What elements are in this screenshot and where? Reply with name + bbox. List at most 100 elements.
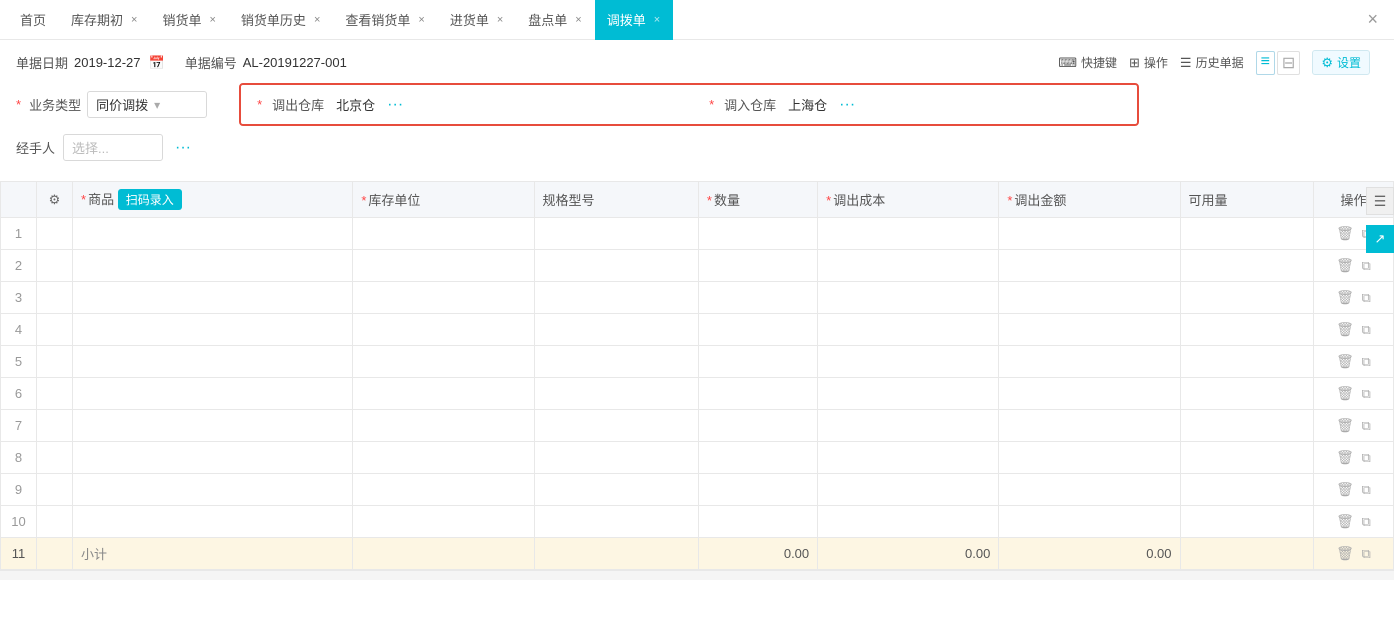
row-unit-cell[interactable] xyxy=(353,346,534,378)
row-qty-cell[interactable] xyxy=(698,378,817,410)
row-amount-cell[interactable] xyxy=(999,346,1180,378)
row-amount-cell[interactable] xyxy=(999,218,1180,250)
copy-icon[interactable]: ⧉ xyxy=(1362,546,1371,561)
row-unit-cell[interactable] xyxy=(353,506,534,538)
row-cost-cell[interactable] xyxy=(818,442,999,474)
copy-icon[interactable]: ⧉ xyxy=(1362,258,1371,273)
transfer-in-ellipsis-button[interactable]: ··· xyxy=(835,96,859,114)
row-amount-cell[interactable] xyxy=(999,474,1180,506)
window-close-button[interactable]: × xyxy=(1359,9,1386,30)
delete-icon[interactable]: 🗑 xyxy=(1336,225,1354,241)
row-spec-cell[interactable] xyxy=(534,346,698,378)
row-spec-cell[interactable] xyxy=(534,378,698,410)
row-cost-cell[interactable] xyxy=(818,218,999,250)
delete-icon[interactable]: 🗑 xyxy=(1336,513,1354,529)
row-qty-cell[interactable] xyxy=(698,442,817,474)
row-cost-cell[interactable] xyxy=(818,282,999,314)
tab-transfer[interactable]: 调拨单× xyxy=(595,0,673,40)
row-goods-cell[interactable] xyxy=(73,250,353,282)
delete-icon[interactable]: 🗑 xyxy=(1336,257,1354,273)
row-cost-cell[interactable] xyxy=(818,506,999,538)
delete-icon[interactable]: 🗑 xyxy=(1336,353,1354,369)
row-qty-cell[interactable] xyxy=(698,282,817,314)
layout2-button[interactable]: ⊟ xyxy=(1277,51,1300,75)
row-qty-cell[interactable] xyxy=(698,314,817,346)
row-cost-cell[interactable] xyxy=(818,474,999,506)
scan-button[interactable]: 扫码录入 xyxy=(118,189,182,210)
tab-sales-history[interactable]: 销货单历史× xyxy=(229,0,333,40)
biz-type-select[interactable]: 同价调拨 ▾ xyxy=(87,91,207,118)
row-spec-cell[interactable] xyxy=(534,410,698,442)
tab-home[interactable]: 首页 xyxy=(8,0,59,40)
row-amount-cell[interactable] xyxy=(999,250,1180,282)
side-note-button[interactable]: ☰ xyxy=(1366,187,1394,215)
calendar-icon[interactable]: 📅 xyxy=(149,55,165,71)
operation-button[interactable]: ⊞ 操作 xyxy=(1129,54,1168,71)
row-goods-cell[interactable] xyxy=(73,474,353,506)
tab-close-inventory-init[interactable]: × xyxy=(131,14,137,26)
delete-icon[interactable]: 🗑 xyxy=(1336,545,1354,561)
row-goods-cell[interactable] xyxy=(73,314,353,346)
copy-icon[interactable]: ⧉ xyxy=(1362,322,1371,337)
row-qty-cell[interactable] xyxy=(698,346,817,378)
row-goods-cell[interactable] xyxy=(73,442,353,474)
row-qty-cell[interactable] xyxy=(698,474,817,506)
row-unit-cell[interactable] xyxy=(353,410,534,442)
row-cost-cell[interactable] xyxy=(818,346,999,378)
row-spec-cell[interactable] xyxy=(534,442,698,474)
row-qty-cell[interactable] xyxy=(698,250,817,282)
row-amount-cell[interactable] xyxy=(999,378,1180,410)
row-goods-cell[interactable] xyxy=(73,346,353,378)
row-unit-cell[interactable] xyxy=(353,474,534,506)
tab-view-sales[interactable]: 查看销货单× xyxy=(333,0,437,40)
row-cost-cell[interactable] xyxy=(818,378,999,410)
delete-icon[interactable]: 🗑 xyxy=(1336,417,1354,433)
row-spec-cell[interactable] xyxy=(534,474,698,506)
row-amount-cell[interactable] xyxy=(999,282,1180,314)
scrollbar[interactable] xyxy=(0,570,1394,580)
side-export-button[interactable]: ↗ xyxy=(1366,225,1394,253)
row-qty-cell[interactable] xyxy=(698,506,817,538)
tab-close-view-sales[interactable]: × xyxy=(418,14,424,26)
layout1-button[interactable]: ≡ xyxy=(1256,51,1275,75)
tab-inventory-init[interactable]: 库存期初× xyxy=(59,0,150,40)
row-spec-cell[interactable] xyxy=(534,314,698,346)
copy-icon[interactable]: ⧉ xyxy=(1362,290,1371,305)
row-unit-cell[interactable] xyxy=(353,282,534,314)
shortcut-button[interactable]: ⌨ 快捷键 xyxy=(1058,54,1117,71)
gear-icon[interactable]: ⚙ xyxy=(49,192,61,207)
row-goods-cell[interactable] xyxy=(73,218,353,250)
tab-inventory-check[interactable]: 盘点单× xyxy=(516,0,594,40)
th-gear[interactable]: ⚙ xyxy=(37,182,73,218)
row-goods-cell[interactable] xyxy=(73,410,353,442)
tab-close-sales-order[interactable]: × xyxy=(209,14,215,26)
delete-icon[interactable]: 🗑 xyxy=(1336,481,1354,497)
copy-icon[interactable]: ⧉ xyxy=(1362,450,1371,465)
copy-icon[interactable]: ⧉ xyxy=(1362,354,1371,369)
row-qty-cell[interactable] xyxy=(698,410,817,442)
tab-close-sales-history[interactable]: × xyxy=(314,14,320,26)
tab-purchase[interactable]: 进货单× xyxy=(438,0,516,40)
row-spec-cell[interactable] xyxy=(534,218,698,250)
row-unit-cell[interactable] xyxy=(353,250,534,282)
row-amount-cell[interactable] xyxy=(999,506,1180,538)
row-goods-cell[interactable] xyxy=(73,282,353,314)
row-goods-cell[interactable] xyxy=(73,378,353,410)
row-spec-cell[interactable] xyxy=(534,506,698,538)
row-qty-cell[interactable] xyxy=(698,218,817,250)
tab-close-transfer[interactable]: × xyxy=(654,14,660,26)
tab-close-inventory-check[interactable]: × xyxy=(575,14,581,26)
row-unit-cell[interactable] xyxy=(353,378,534,410)
setting-button[interactable]: ⚙ 设置 xyxy=(1312,50,1370,75)
delete-icon[interactable]: 🗑 xyxy=(1336,289,1354,305)
copy-icon[interactable]: ⧉ xyxy=(1362,514,1371,529)
transfer-out-ellipsis-button[interactable]: ··· xyxy=(383,96,407,114)
delete-icon[interactable]: 🗑 xyxy=(1336,321,1354,337)
row-unit-cell[interactable] xyxy=(353,442,534,474)
row-cost-cell[interactable] xyxy=(818,410,999,442)
row-amount-cell[interactable] xyxy=(999,314,1180,346)
handler-ellipsis-button[interactable]: ··· xyxy=(171,139,195,157)
row-goods-cell[interactable] xyxy=(73,506,353,538)
row-spec-cell[interactable] xyxy=(534,250,698,282)
delete-icon[interactable]: 🗑 xyxy=(1336,385,1354,401)
